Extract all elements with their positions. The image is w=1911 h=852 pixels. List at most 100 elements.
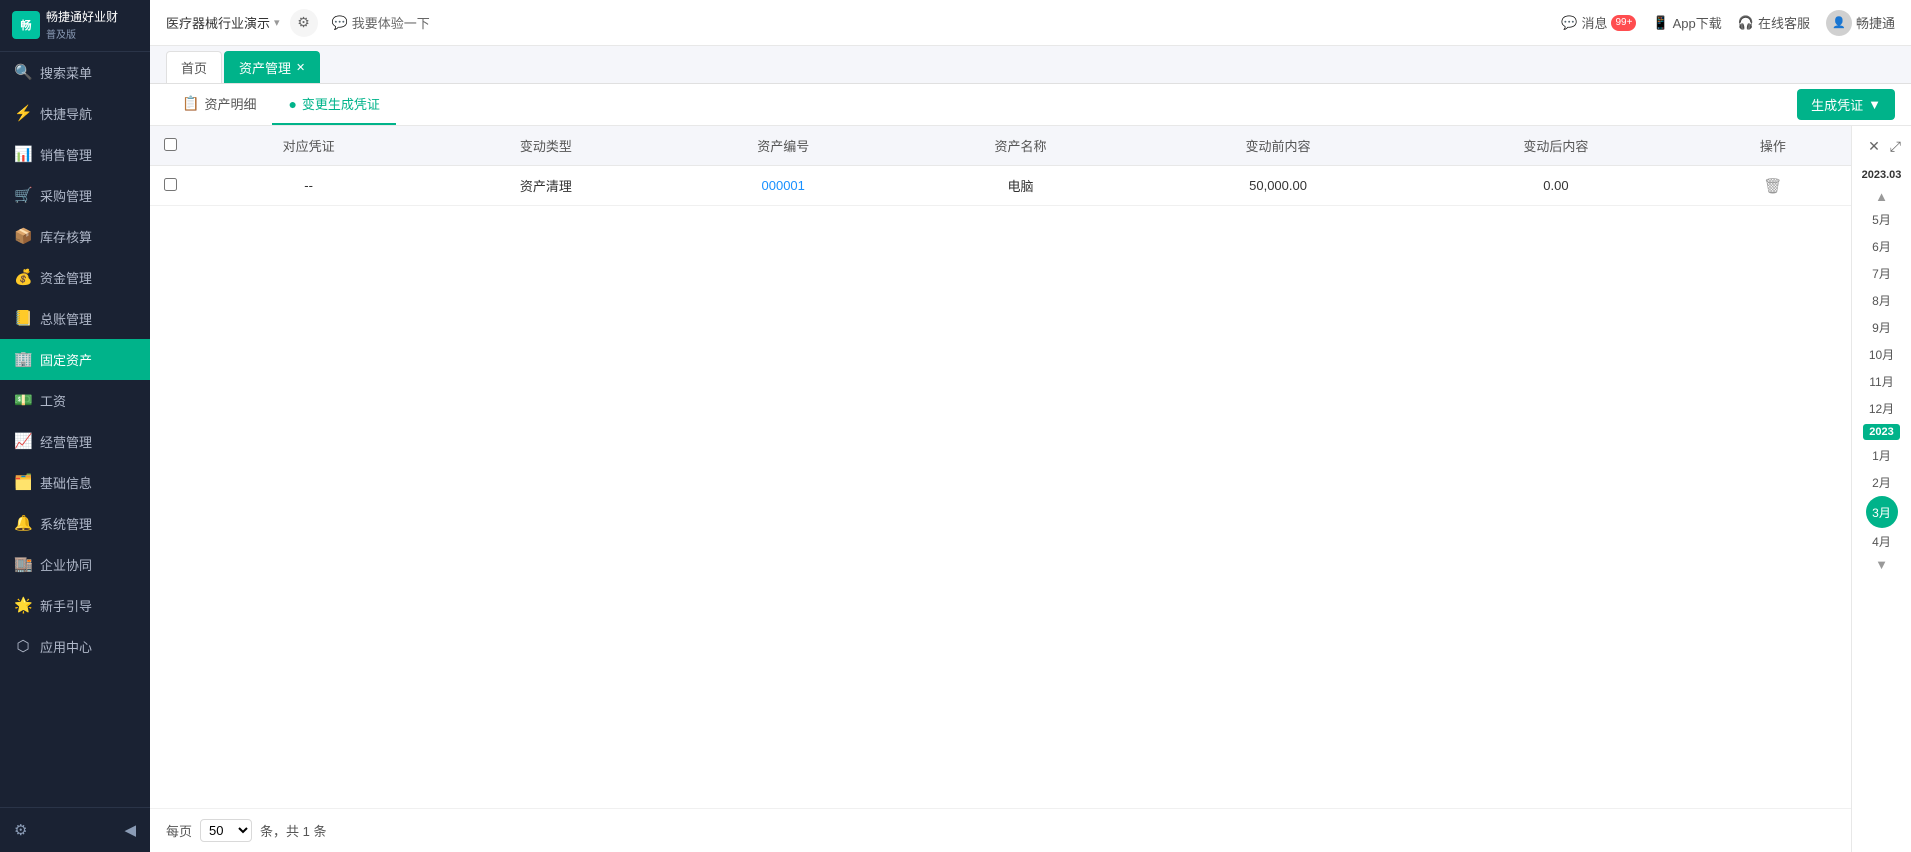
- main-table-area: 对应凭证 变动类型 资产编号 资产名称 变动前内容 变动后内容 操作: [150, 126, 1851, 852]
- settings-icon[interactable]: ⚙: [14, 821, 27, 839]
- th-type: 变动类型: [427, 126, 664, 166]
- cal-7[interactable]: 7月: [1852, 260, 1911, 287]
- sidebar-label-guide: 新手引导: [40, 596, 92, 615]
- sidebar-label-system: 系统管理: [40, 514, 92, 533]
- row-before: 50,000.00: [1139, 166, 1417, 206]
- service-button[interactable]: 🎧 在线客服: [1738, 13, 1810, 32]
- sidebar-label-basic: 基础信息: [40, 473, 92, 492]
- sidebar-label-asset: 固定资产: [40, 350, 92, 369]
- sidebar-item-fund[interactable]: 💰 资金管理: [0, 257, 150, 298]
- right-panel: ✕ ⤢ 2023.03 ▲ 5月 6月 7月 8月 9月 10月 11月 12月…: [1851, 126, 1911, 852]
- per-page-label: 每页: [166, 821, 192, 840]
- sidebar-item-ledger[interactable]: 📒 总账管理: [0, 298, 150, 339]
- cal-8[interactable]: 8月: [1852, 287, 1911, 314]
- corp-icon: 🏬: [14, 555, 32, 573]
- company-selector[interactable]: 医疗器械行业演示 ▾: [166, 13, 280, 32]
- company-settings-button[interactable]: ⚙: [290, 9, 318, 37]
- sidebar-label-corp: 企业协同: [40, 555, 92, 574]
- year-2023-label: 2023: [1863, 424, 1899, 440]
- per-page-select[interactable]: 10 20 50 100: [200, 819, 252, 842]
- collapse-icon[interactable]: ◀: [124, 821, 136, 839]
- sidebar-bottom: ⚙ ◀: [0, 807, 150, 852]
- generate-btn-label: 生成凭证: [1811, 95, 1863, 114]
- th-name: 资产名称: [902, 126, 1139, 166]
- generate-voucher-button[interactable]: 生成凭证 ▼: [1797, 89, 1895, 120]
- sidebar: 畅 畅捷通好业财 普及版 🔍 搜索菜单 ⚡ 快捷导航 📊 销售管理 🛒 采购管理…: [0, 0, 150, 852]
- feedback-label: 我要体验一下: [352, 13, 430, 32]
- generate-btn-chevron-icon: ▼: [1868, 97, 1881, 112]
- cal-2[interactable]: 2月: [1852, 469, 1911, 496]
- operation-icon: 📈: [14, 432, 32, 450]
- cal-5[interactable]: 5月: [1852, 206, 1911, 233]
- tab-home-label: 首页: [181, 58, 207, 77]
- topbar: 医疗器械行业演示 ▾ ⚙ 💬 我要体验一下 💬 消息 99+ 📱 App下载 🎧…: [150, 0, 1911, 46]
- row-voucher: --: [190, 166, 427, 206]
- company-chevron-icon: ▾: [274, 16, 280, 29]
- message-badge: 99+: [1611, 15, 1636, 31]
- sidebar-item-corp[interactable]: 🏬 企业协同: [0, 544, 150, 585]
- cal-1[interactable]: 1月: [1852, 442, 1911, 469]
- sidebar-label-ledger: 总账管理: [40, 309, 92, 328]
- cal-9[interactable]: 9月: [1852, 314, 1911, 341]
- subtab-detail[interactable]: 📋 资产明细: [166, 84, 272, 125]
- sidebar-item-operation[interactable]: 📈 经营管理: [0, 421, 150, 462]
- app-download-icon: 📱: [1652, 15, 1668, 31]
- close-panel-icon[interactable]: ✕: [1864, 134, 1884, 159]
- sidebar-item-search[interactable]: 🔍 搜索菜单: [0, 52, 150, 93]
- sidebar-item-asset[interactable]: 🏢 固定资产: [0, 339, 150, 380]
- sidebar-item-apps[interactable]: ⬡ 应用中心: [0, 626, 150, 667]
- tabbar: 首页 资产管理 ✕: [150, 46, 1911, 84]
- salary-icon: 💵: [14, 391, 32, 409]
- sidebar-item-purchase[interactable]: 🛒 采购管理: [0, 175, 150, 216]
- cal-6[interactable]: 6月: [1852, 233, 1911, 260]
- tab-home[interactable]: 首页: [166, 51, 222, 83]
- th-action: 操作: [1695, 126, 1851, 166]
- guide-icon: 🌟: [14, 596, 32, 614]
- avatar: 👤: [1826, 10, 1852, 36]
- th-code: 资产编号: [665, 126, 902, 166]
- purchase-icon: 🛒: [14, 186, 32, 204]
- th-voucher: 对应凭证: [190, 126, 427, 166]
- sidebar-item-nav[interactable]: ⚡ 快捷导航: [0, 93, 150, 134]
- sidebar-item-sales[interactable]: 📊 销售管理: [0, 134, 150, 175]
- calendar-title: 2023.03: [1858, 163, 1906, 187]
- subtab-detail-label: 资产明细: [204, 94, 256, 113]
- cal-10[interactable]: 10月: [1852, 341, 1911, 368]
- table-row: -- 资产清理 000001 电脑 50,000.00 0.00 🗑: [150, 166, 1851, 206]
- message-label: 消息: [1581, 13, 1607, 32]
- cal-12[interactable]: 12月: [1852, 395, 1911, 422]
- tab-asset-close-icon[interactable]: ✕: [296, 61, 305, 74]
- sidebar-item-inventory[interactable]: 📦 库存核算: [0, 216, 150, 257]
- sidebar-label-inventory: 库存核算: [40, 227, 92, 246]
- sidebar-logo: 畅 畅捷通好业财 普及版: [0, 0, 150, 52]
- expand-panel-icon[interactable]: ⤢: [1886, 134, 1905, 159]
- message-button[interactable]: 💬 消息 99+: [1561, 13, 1636, 32]
- calendar-up-arrow[interactable]: ▲: [1873, 187, 1890, 206]
- cal-11[interactable]: 11月: [1852, 368, 1911, 395]
- row-after: 0.00: [1417, 166, 1695, 206]
- logo-icon: 畅: [12, 11, 40, 39]
- sidebar-label-operation: 经营管理: [40, 432, 92, 451]
- tab-asset[interactable]: 资产管理 ✕: [224, 51, 320, 83]
- subtab-voucher[interactable]: ● 变更生成凭证: [272, 84, 395, 125]
- sidebar-item-guide[interactable]: 🌟 新手引导: [0, 585, 150, 626]
- sidebar-label-search: 搜索菜单: [40, 63, 92, 82]
- sidebar-label-sales: 销售管理: [40, 145, 92, 164]
- row-code[interactable]: 000001: [665, 166, 902, 206]
- sidebar-item-system[interactable]: 🔔 系统管理: [0, 503, 150, 544]
- select-all-checkbox[interactable]: [164, 138, 177, 151]
- cal-4[interactable]: 4月: [1852, 528, 1911, 555]
- sidebar-item-salary[interactable]: 💵 工资: [0, 380, 150, 421]
- app-download-label: App下载: [1673, 13, 1722, 32]
- feedback-button[interactable]: 💬 我要体验一下: [332, 13, 430, 32]
- sidebar-item-basic[interactable]: 🗂️ 基础信息: [0, 462, 150, 503]
- apps-icon: ⬡: [14, 637, 32, 655]
- asset-icon: 🏢: [14, 350, 32, 368]
- app-download-button[interactable]: 📱 App下载: [1652, 13, 1721, 32]
- calendar-down-arrow[interactable]: ▼: [1873, 555, 1890, 574]
- service-icon: 🎧: [1738, 15, 1754, 31]
- user-menu[interactable]: 👤 畅捷通: [1826, 10, 1895, 36]
- cal-3-active[interactable]: 3月: [1866, 496, 1898, 528]
- delete-icon[interactable]: 🗑: [1763, 178, 1782, 195]
- row-checkbox[interactable]: [164, 178, 177, 191]
